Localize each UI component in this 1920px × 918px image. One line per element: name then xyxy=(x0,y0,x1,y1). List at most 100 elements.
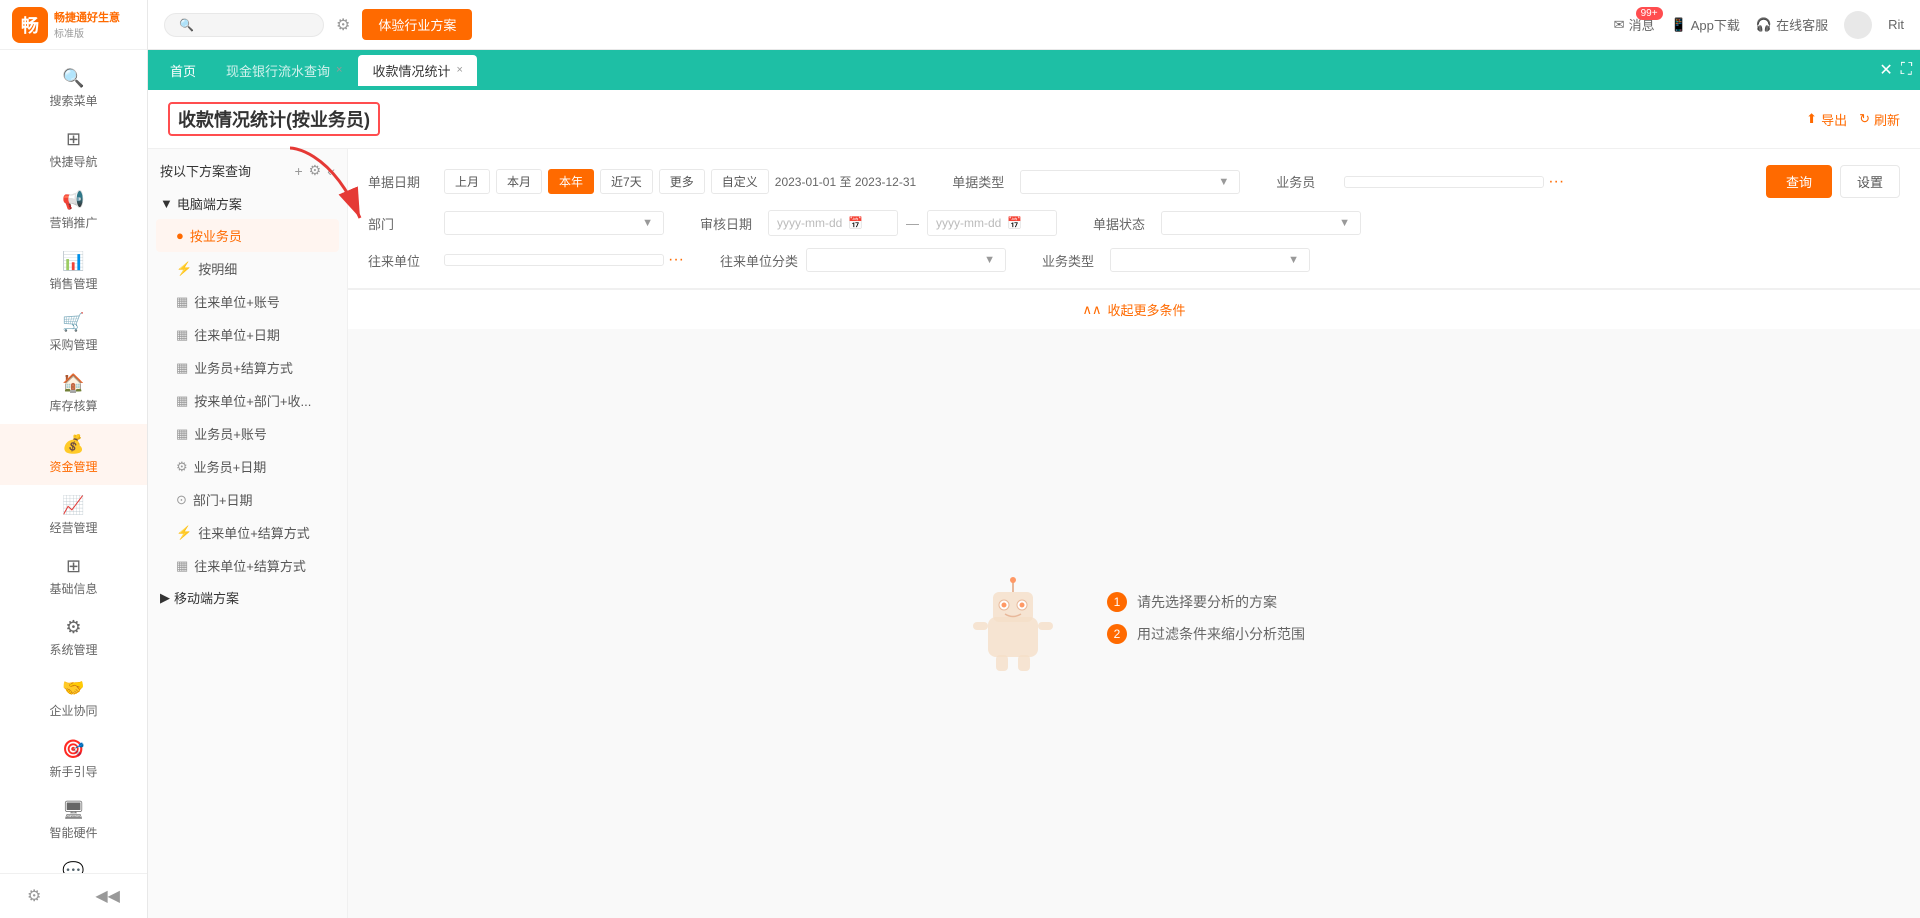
partner-account-icon: ▦ xyxy=(176,294,188,310)
page-title: 收款情况统计(按业务员) xyxy=(178,110,370,130)
wechat-icon: 💬 xyxy=(62,861,84,873)
online-service-btn[interactable]: 🎧 在线客服 xyxy=(1756,15,1828,34)
date-btn-this-month[interactable]: 本月 xyxy=(496,169,542,194)
sidebar-item-search-label: 搜索菜单 xyxy=(49,92,97,109)
tab-receipt[interactable]: 收款情况统计 × xyxy=(358,55,476,86)
tab-expand-icon[interactable]: ⛶ xyxy=(1901,61,1912,79)
sidebar-item-purchase[interactable]: 🛒 采购管理 xyxy=(0,302,147,363)
collapse-up-icon: ∧∧ xyxy=(1082,302,1101,318)
scheme-item-partner-settlement2[interactable]: ▦ 往来单位+结算方式 xyxy=(156,549,339,582)
audit-date-from-text: yyyy-mm-dd xyxy=(777,216,842,230)
partner-type-select[interactable]: ▼ xyxy=(806,248,1006,272)
dept-select[interactable]: ▼ xyxy=(444,211,664,235)
date-options-group: 上月 本月 本年 近7天 更多 自定义 2023-01-01 至 2023-12… xyxy=(444,169,916,194)
user-avatar[interactable] xyxy=(1844,11,1872,39)
message-button[interactable]: ✉ 消息 99+ xyxy=(1614,15,1655,34)
salesperson-more-icon[interactable]: ··· xyxy=(1548,173,1564,191)
audit-date-to-text: yyyy-mm-dd xyxy=(936,216,1001,230)
sidebar-item-operations[interactable]: 📈 经营管理 xyxy=(0,485,147,546)
page-header: 收款情况统计(按业务员) ⬆ 导出 ↻ 刷新 xyxy=(148,90,1920,149)
tab-receipt-close[interactable]: × xyxy=(456,64,462,76)
scheme-item-partner-settlement1[interactable]: ⚡ 往来单位+结算方式 xyxy=(156,516,339,549)
partner-select[interactable] xyxy=(444,254,664,266)
partner-dept-icon: ▦ xyxy=(176,393,188,409)
scheme-item-salesperson-settlement[interactable]: ▦ 业务员+结算方式 xyxy=(156,351,339,384)
sidebar-item-search[interactable]: 🔍 搜索菜单 xyxy=(0,58,147,119)
audit-date-to[interactable]: yyyy-mm-dd 📅 xyxy=(927,210,1057,236)
topbar-search-icon: 🔍 xyxy=(179,18,194,32)
doc-type-select[interactable]: ▼ xyxy=(1020,170,1240,194)
doc-status-select[interactable]: ▼ xyxy=(1161,211,1361,235)
partner-more-icon[interactable]: ··· xyxy=(668,251,684,269)
empty-hint-2: 2 用过滤条件来缩小分析范围 xyxy=(1107,624,1305,644)
doc-status-arrow: ▼ xyxy=(1339,217,1350,229)
query-button[interactable]: 查询 xyxy=(1766,165,1832,198)
add-scheme-icon[interactable]: + xyxy=(294,163,302,179)
scheme-item-salesperson-account[interactable]: ▦ 业务员+账号 xyxy=(156,417,339,450)
sidebar-item-basic[interactable]: ⊞ 基础信息 xyxy=(0,546,147,607)
topbar-search[interactable]: 🔍 xyxy=(164,13,324,37)
collapse-bar[interactable]: ∧∧ 收起更多条件 xyxy=(348,289,1920,329)
desktop-group-label: 电脑端方案 xyxy=(177,194,242,213)
tab-bank[interactable]: 现金银行流水查询 × xyxy=(212,55,356,86)
doc-status-label: 单据状态 xyxy=(1093,214,1153,233)
left-panel: 按以下方案查询 + ⚙ « ▼ 电脑端方案 ● 按业务员 xyxy=(148,149,348,918)
message-badge: 99+ xyxy=(1636,7,1663,20)
panel-actions: + ⚙ « xyxy=(294,162,335,179)
date-dash: — xyxy=(906,216,919,231)
tab-home[interactable]: 首页 xyxy=(156,55,210,86)
date-btn-custom[interactable]: 自定义 xyxy=(711,169,769,194)
hint-num-1: 1 xyxy=(1107,592,1127,612)
tab-receipt-label: 收款情况统计 xyxy=(372,61,450,80)
app-download-btn[interactable]: 📱 App下载 xyxy=(1671,15,1740,34)
sidebar-item-sales-label: 销售管理 xyxy=(49,275,97,292)
system-icon: ⚙ xyxy=(65,617,81,638)
tab-bank-close[interactable]: × xyxy=(336,64,342,76)
sidebar-item-finance[interactable]: 💰 资金管理 xyxy=(0,424,147,485)
app-download-label: App下载 xyxy=(1691,15,1740,34)
export-button[interactable]: ⬆ 导出 xyxy=(1806,110,1847,129)
scheme-item-partner-dept[interactable]: ▦ 按来单位+部门+收... xyxy=(156,384,339,417)
salesperson-select[interactable] xyxy=(1344,176,1544,188)
refresh-button[interactable]: ↻ 刷新 xyxy=(1859,110,1900,129)
scheme-item-by-salesperson[interactable]: ● 按业务员 xyxy=(156,219,339,252)
sidebar-item-marketing[interactable]: 📢 营销推广 xyxy=(0,180,147,241)
audit-date-from[interactable]: yyyy-mm-dd 📅 xyxy=(768,210,898,236)
date-btn-this-year[interactable]: 本年 xyxy=(548,169,594,194)
biz-type-select[interactable]: ▼ xyxy=(1110,248,1310,272)
scheme-item-salesperson-date[interactable]: ⚙ 业务员+日期 xyxy=(156,450,339,483)
topbar-left: 🔍 ⚙ 体验行业方案 xyxy=(164,9,472,40)
sidebar-item-system[interactable]: ⚙ 系统管理 xyxy=(0,607,147,668)
settings-bottom-icon[interactable]: ⚙ xyxy=(27,886,41,906)
desktop-group-title[interactable]: ▼ 电脑端方案 xyxy=(156,188,339,219)
date-btn-more[interactable]: 更多 xyxy=(659,169,705,194)
scheme-item-partner-account[interactable]: ▦ 往来单位+账号 xyxy=(156,285,339,318)
scheme-settings-icon[interactable]: ⚙ xyxy=(309,162,322,179)
settings-button[interactable]: 设置 xyxy=(1840,165,1900,198)
date-btn-last-month[interactable]: 上月 xyxy=(444,169,490,194)
collapse-sidebar-icon[interactable]: ◀◀ xyxy=(95,886,120,906)
tab-close-all-icon[interactable]: ✕ xyxy=(1879,60,1892,80)
scheme-item-dept-date[interactable]: ⊙ 部门+日期 xyxy=(156,483,339,516)
date-btn-7days[interactable]: 近7天 xyxy=(600,169,653,194)
filter-area: 单据日期 上月 本月 本年 近7天 更多 自定义 2023-01-01 至 20… xyxy=(348,149,1920,289)
sidebar-item-guide[interactable]: 🎯 新手引导 xyxy=(0,729,147,790)
sidebar-item-hardware[interactable]: 🖥 智能硬件 xyxy=(0,790,147,851)
scheme-item-partner-date[interactable]: ▦ 往来单位+日期 xyxy=(156,318,339,351)
sidebar-item-inventory[interactable]: 🏠 库存核算 xyxy=(0,363,147,424)
detail-item-icon: ⚡ xyxy=(176,261,192,277)
sidebar: 畅 畅捷通好生意 标准版 🔍 搜索菜单 ⊞ 快捷导航 📢 营销推广 📊 销售管理… xyxy=(0,0,148,918)
empty-hints: 1 请先选择要分析的方案 2 用过滤条件来缩小分析范围 xyxy=(1107,592,1305,656)
salesperson-account-icon: ▦ xyxy=(176,426,188,442)
dept-label: 部门 xyxy=(368,214,428,233)
topbar: 🔍 ⚙ 体验行业方案 ✉ 消息 99+ 📱 App下载 🎧 在线客服 Rit xyxy=(148,0,1920,50)
mobile-group-title[interactable]: ▶ 移动端方案 xyxy=(156,582,339,613)
topbar-gear-icon[interactable]: ⚙ xyxy=(336,15,350,35)
collapse-panel-icon[interactable]: « xyxy=(327,163,335,179)
sidebar-item-quicknav[interactable]: ⊞ 快捷导航 xyxy=(0,119,147,180)
sidebar-item-sales[interactable]: 📊 销售管理 xyxy=(0,241,147,302)
scheme-item-by-detail[interactable]: ⚡ 按明细 xyxy=(156,252,339,285)
trial-button[interactable]: 体验行业方案 xyxy=(362,9,472,40)
sidebar-item-enterprise[interactable]: 🤝 企业协同 xyxy=(0,668,147,729)
sidebar-item-wechat[interactable]: 💬 企业微信 xyxy=(0,851,147,873)
